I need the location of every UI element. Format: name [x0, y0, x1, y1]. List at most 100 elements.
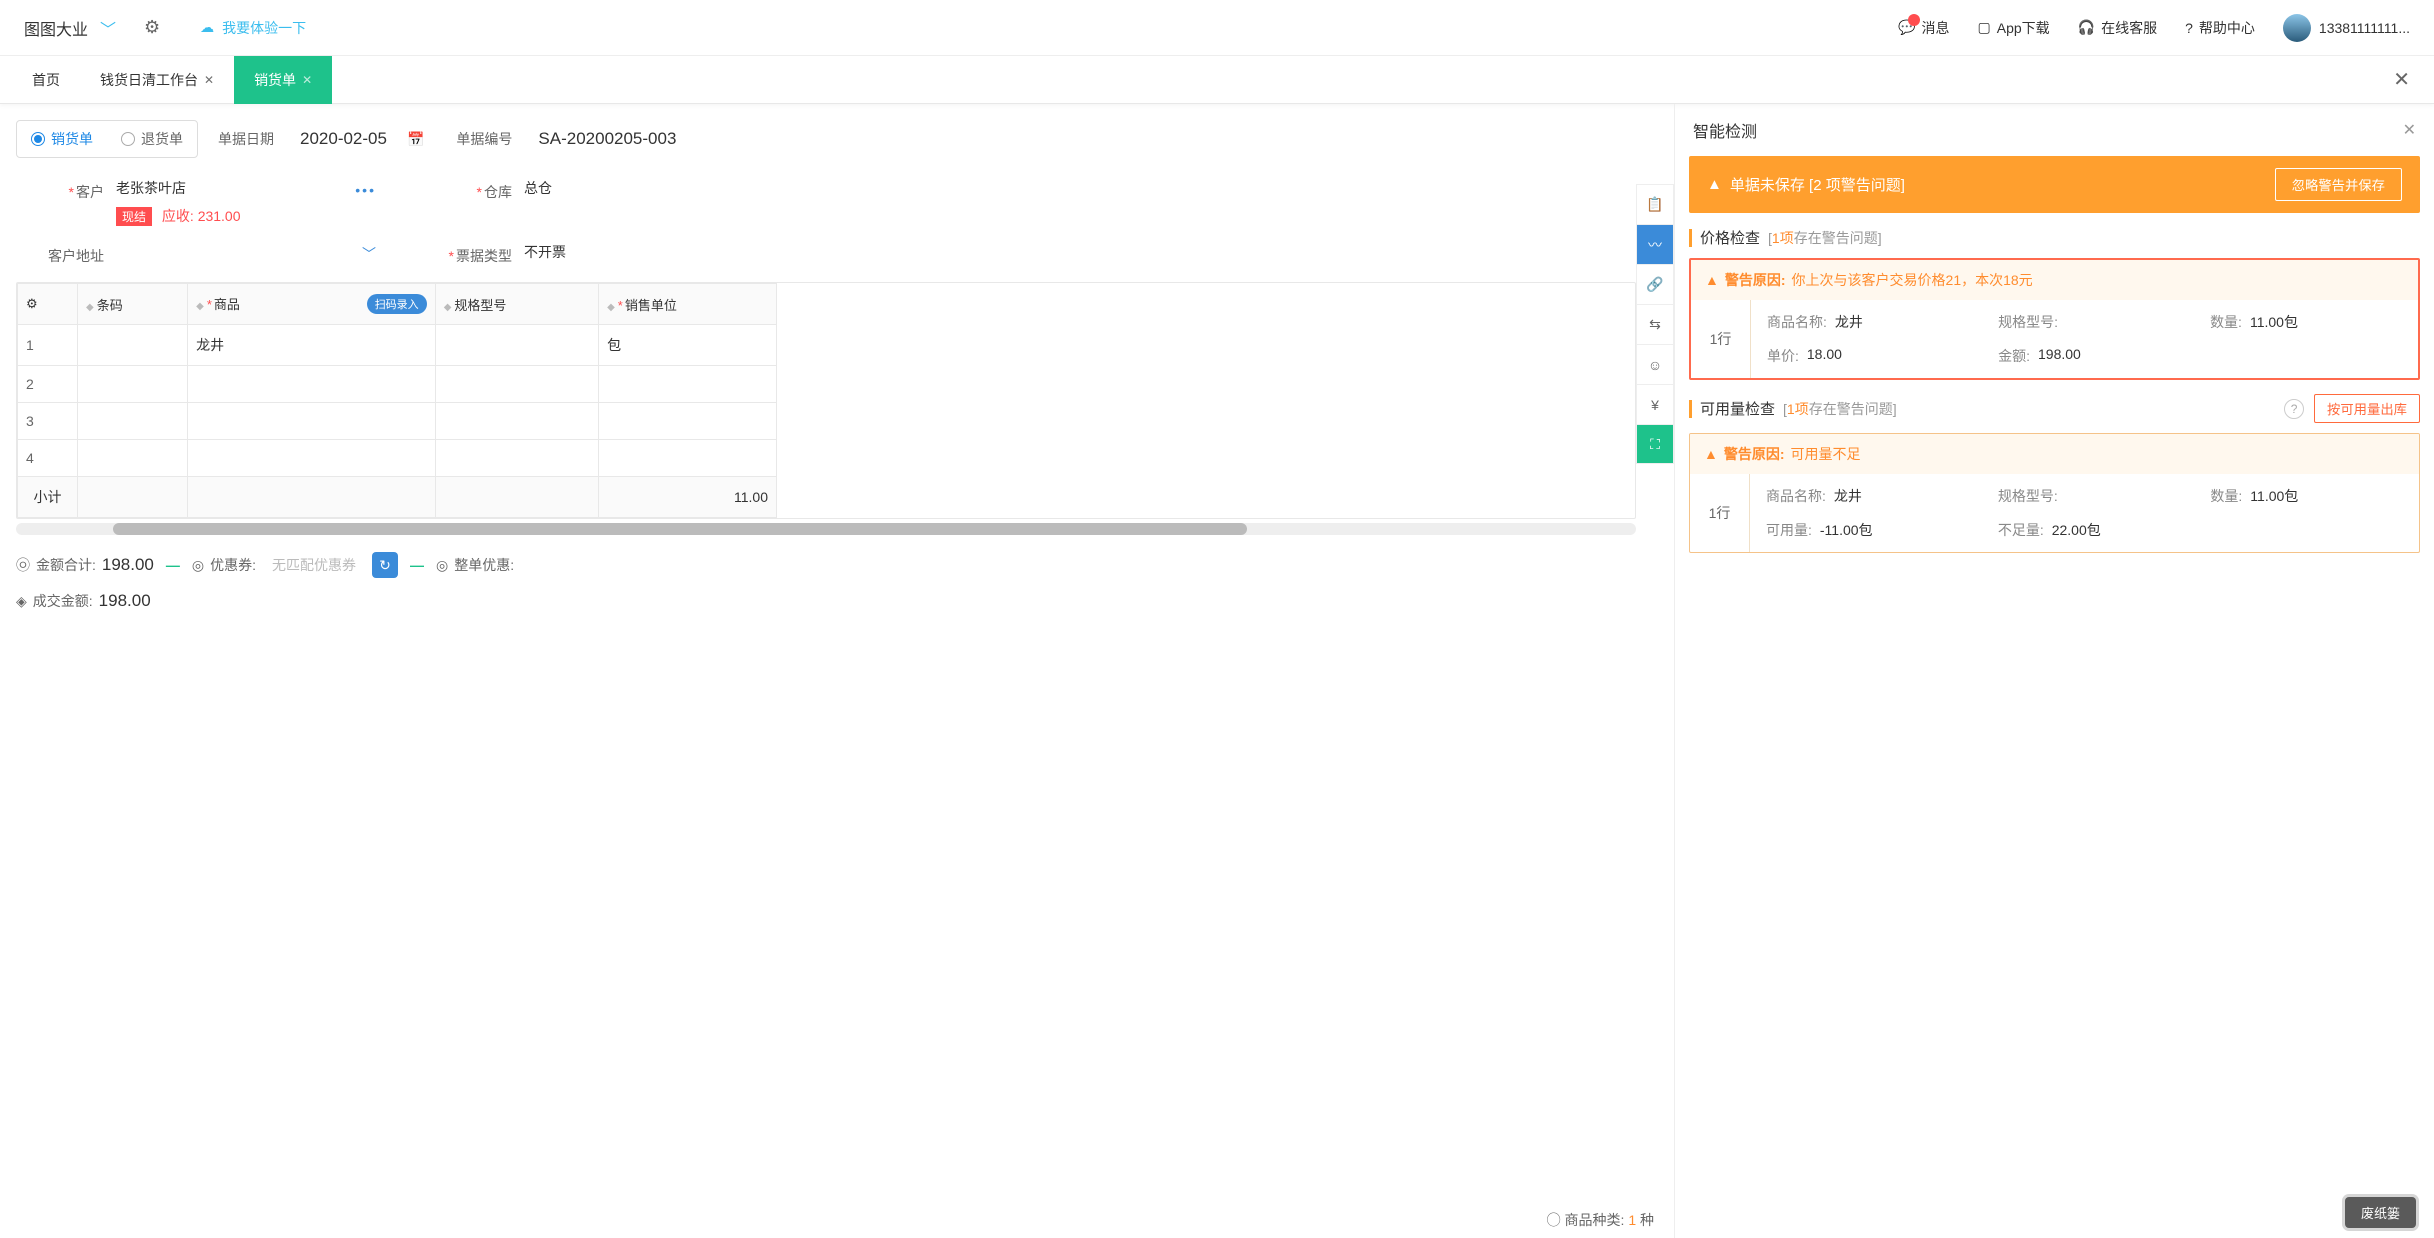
doc-no-label: 单据编号 — [456, 129, 512, 149]
experience-link[interactable]: ☁ 我要体验一下 — [200, 18, 306, 38]
panel-header: 智能检测 ✕ — [1675, 104, 2434, 156]
row-index: 3 — [18, 403, 78, 440]
warning-icon: ▲ — [1705, 272, 1719, 288]
warning-icon: ▲ — [1704, 446, 1718, 462]
coupon-input[interactable]: 无匹配优惠券 — [262, 551, 366, 579]
warning-icon: ▲ — [1707, 176, 1722, 193]
swap-icon[interactable]: ⇆ — [1636, 304, 1674, 344]
warehouse-label: 仓库 — [484, 184, 512, 200]
accent-bar — [1689, 229, 1692, 247]
cell-spec[interactable] — [435, 325, 598, 366]
yen-icon: ㉧ — [16, 555, 30, 575]
nav-messages-label: 消息 — [1922, 18, 1950, 38]
row-index: 1 — [18, 325, 78, 366]
col-unit[interactable]: ◆*销售单位 — [599, 284, 777, 325]
gear-icon[interactable]: ⚙ — [144, 17, 160, 38]
currency-icon[interactable]: ¥ — [1636, 384, 1674, 424]
row-number: 1行 — [1691, 300, 1751, 378]
person-icon[interactable]: ☺ — [1636, 344, 1674, 384]
calendar-icon[interactable]: 📅 — [407, 131, 424, 148]
link-icon[interactable]: 🔗 — [1636, 264, 1674, 304]
table-row[interactable]: 4 — [18, 440, 777, 477]
tab-home-label: 首页 — [32, 70, 60, 90]
nav-help-label: 帮助中心 — [2199, 18, 2255, 38]
headset-icon: 🎧 — [2078, 19, 2095, 36]
expand-icon[interactable]: ⛶ — [1636, 424, 1674, 464]
subtotal-row: 小计 11.00 — [18, 477, 777, 518]
close-icon[interactable]: ✕ — [204, 73, 214, 87]
section-header: 价格检查 [1项存在警告问题] — [1689, 227, 2420, 248]
reason-label: 警告原因: — [1725, 270, 1786, 290]
coupon-icon: ◎ — [192, 557, 204, 574]
tab-workbench-label: 钱货日清工作台 — [100, 70, 198, 90]
table-row[interactable]: 2 — [18, 366, 777, 403]
panel-title: 智能检测 — [1693, 118, 1757, 142]
company-selector[interactable]: 图图大业 ﹀ — [24, 16, 116, 40]
reason-text: 你上次与该客户交易价格21，本次18元 — [1792, 270, 2033, 290]
nav-service-label: 在线客服 — [2101, 18, 2157, 38]
scan-entry-button[interactable]: 扫码录入 — [367, 294, 427, 314]
username: 13381111111... — [2319, 20, 2410, 36]
warehouse-input[interactable]: 总仓 — [524, 180, 552, 196]
reason-text: 可用量不足 — [1791, 444, 1861, 464]
refresh-icon[interactable]: ↻ — [372, 552, 398, 578]
target-icon: ◈ — [16, 593, 27, 610]
items-table-wrap: ⚙ ◆条码 ◆*商品扫码录入 ◆规格型号 ◆*销售单位 1 龙井 包 — [16, 282, 1636, 519]
radio-return[interactable]: 退货单 — [107, 121, 197, 157]
nav-messages[interactable]: 💬 消息 — [1898, 18, 1949, 38]
nav-help-center[interactable]: ? 帮助中心 — [2185, 18, 2255, 38]
form-header: 销货单 退货单 单据日期 2020-02-05 📅 单据编号 SA-202002… — [16, 120, 1674, 170]
user-menu[interactable]: 13381111111... — [2283, 14, 2410, 42]
tab-sales[interactable]: 销货单 ✕ — [234, 56, 332, 104]
nav-right: 💬 消息 ▢ App下载 🎧 在线客服 ? 帮助中心 13381111111..… — [1898, 14, 2410, 42]
deal-row: ◈ 成交金额: 198.00 — [16, 591, 1674, 611]
doc-no-value: SA-20200205-003 — [538, 129, 676, 149]
radio-sale[interactable]: 销货单 — [17, 121, 107, 157]
customer-addr-input[interactable] — [116, 242, 120, 258]
horizontal-scrollbar[interactable] — [16, 523, 1636, 535]
chevron-down-icon[interactable]: ﹀ — [362, 244, 376, 264]
trash-button[interactable]: 废纸篓 — [2345, 1197, 2416, 1228]
col-settings[interactable]: ⚙ — [18, 284, 78, 325]
out-by-avail-button[interactable]: 按可用量出库 — [2314, 394, 2420, 423]
warning-details: 商品名称:龙井 规格型号: 数量:11.00包 单价:18.00 金额:198.… — [1751, 300, 2418, 378]
tab-workbench[interactable]: 钱货日清工作台 ✕ — [80, 56, 234, 104]
cell-barcode[interactable] — [78, 325, 188, 366]
nav-app-download[interactable]: ▢ App下载 — [1978, 18, 2050, 38]
invoice-input[interactable]: 不开票 — [524, 244, 566, 260]
close-all-tabs-icon[interactable]: ✕ — [2381, 67, 2422, 92]
minus-icon: — — [410, 557, 424, 573]
section-sub: [1项存在警告问题] — [1768, 228, 1882, 248]
warning-card: ▲ 警告原因: 可用量不足 1行 商品名称:龙井 规格型号: 数量:11.00包… — [1689, 433, 2420, 553]
col-barcode[interactable]: ◆条码 — [78, 284, 188, 325]
col-product[interactable]: ◆*商品扫码录入 — [188, 284, 436, 325]
nav-online-service[interactable]: 🎧 在线客服 — [2078, 18, 2157, 38]
clipboard-icon[interactable]: 📋 — [1636, 184, 1674, 224]
more-icon[interactable]: ••• — [355, 182, 376, 198]
customer-input[interactable]: 老张茶叶店 — [116, 178, 376, 198]
coupon-label: 优惠券: — [210, 555, 256, 575]
field-customer-addr: 客户地址 ﹀ — [16, 242, 376, 266]
footer-info: ◯ 商品种类: 1 种 — [1547, 1210, 1654, 1230]
close-icon[interactable]: ✕ — [302, 73, 312, 87]
cell-product[interactable]: 龙井 — [188, 325, 436, 366]
ignore-save-button[interactable]: 忽略警告并保存 — [2275, 168, 2402, 201]
close-icon[interactable]: ✕ — [2403, 120, 2416, 140]
help-icon[interactable]: ? — [2284, 399, 2304, 419]
amount-value: 198.00 — [102, 555, 154, 575]
chart-icon[interactable]: 〰 — [1636, 224, 1674, 264]
col-spec[interactable]: ◆规格型号 — [435, 284, 598, 325]
date-label: 单据日期 — [218, 129, 274, 149]
tab-home[interactable]: 首页 — [12, 56, 80, 104]
table-row[interactable]: 1 龙井 包 — [18, 325, 777, 366]
cell-unit[interactable]: 包 — [599, 325, 777, 366]
scrollbar-thumb[interactable] — [113, 523, 1247, 535]
company-name: 图图大业 — [24, 16, 88, 40]
banner-text: 单据未保存 [2 项警告问题] — [1730, 174, 1905, 195]
table-row[interactable]: 3 — [18, 403, 777, 440]
warning-reason: ▲ 警告原因: 可用量不足 — [1690, 434, 2419, 474]
date-value[interactable]: 2020-02-05 — [300, 129, 387, 149]
warning-card: ▲ 警告原因: 你上次与该客户交易价格21，本次18元 1行 商品名称:龙井 规… — [1689, 258, 2420, 380]
avatar — [2283, 14, 2311, 42]
discount-icon: ◎ — [436, 557, 448, 574]
